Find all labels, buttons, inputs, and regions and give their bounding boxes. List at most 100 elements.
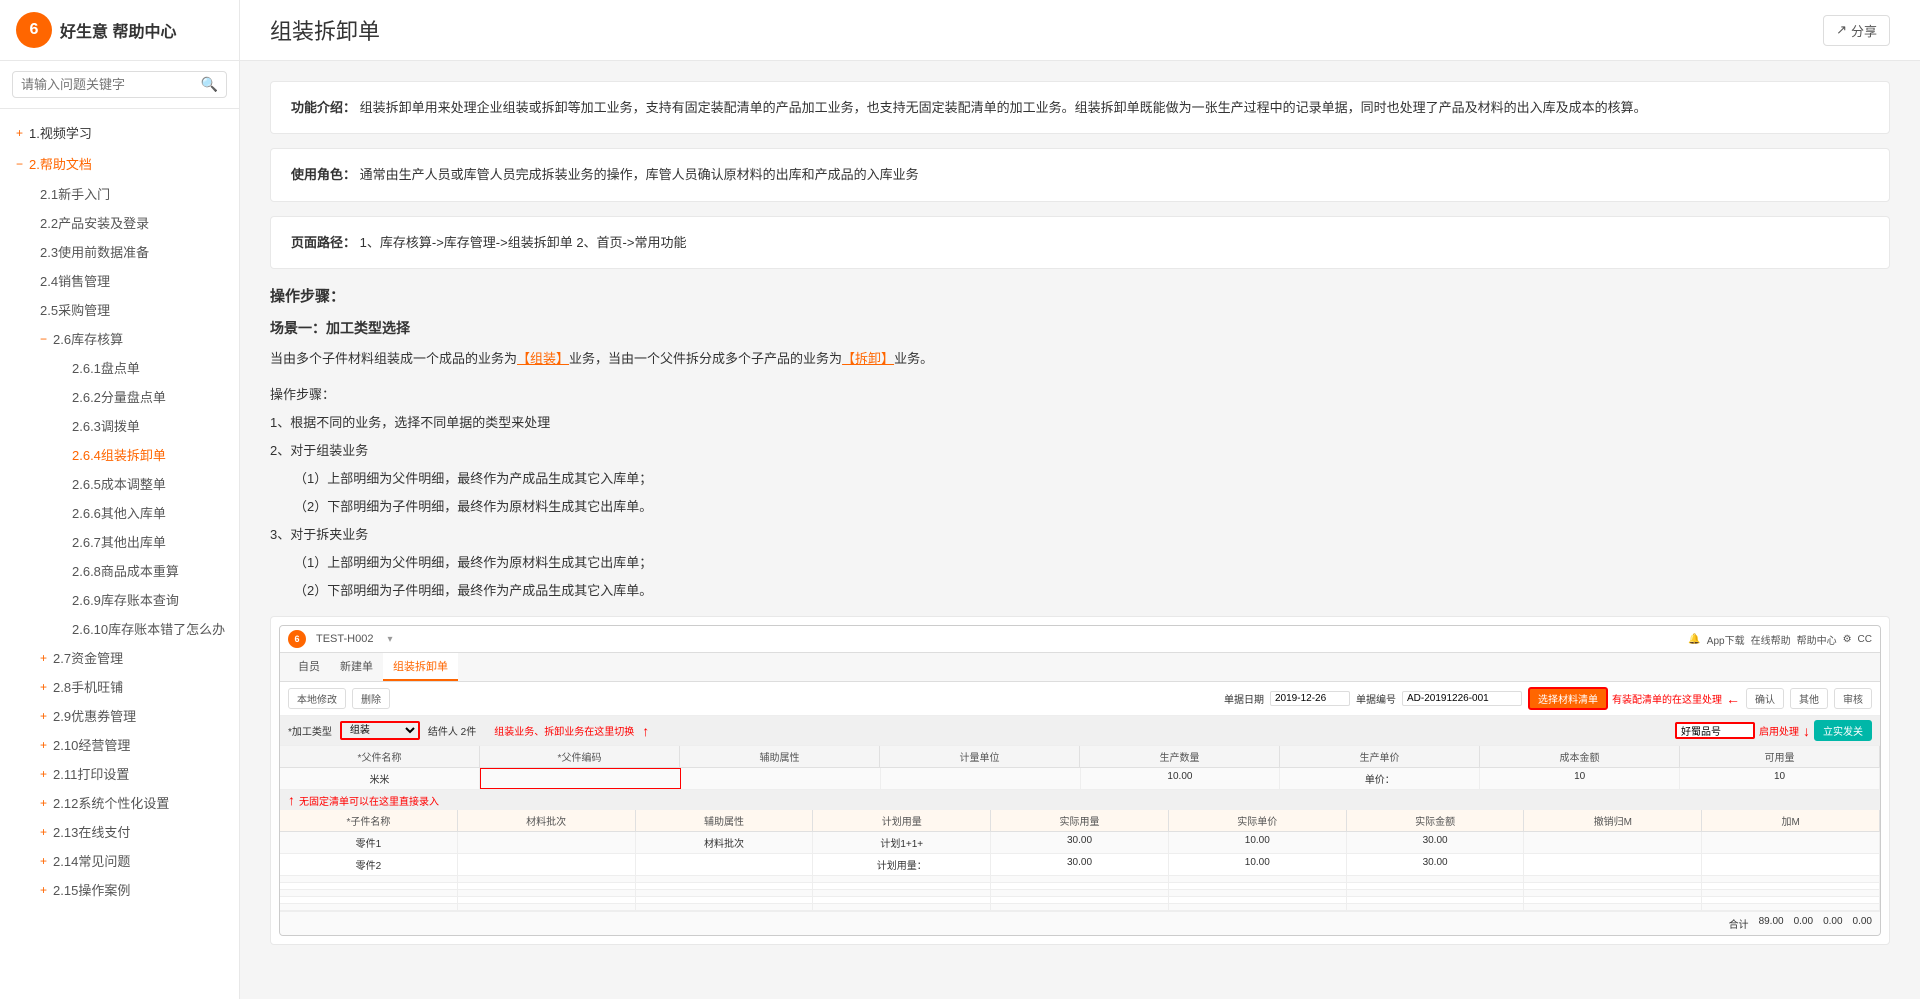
main-content: 组装拆卸单 ↗ 分享 功能介绍： 组装拆卸单用来处理企业组装或拆卸等加工业务，支… (240, 0, 1920, 999)
btn-print[interactable]: 审核 (1834, 688, 1872, 709)
sidebar-item-266-label: 2.6.6其他入库单 (72, 503, 166, 522)
sidebar-item-27[interactable]: + 2.7资金管理 (32, 643, 239, 672)
sidebar-item-docs[interactable]: − 2.帮助文档 (0, 148, 239, 179)
annotation3-arrow: ↓ (1803, 723, 1810, 739)
annotation1-area: 选择材料清单 有装配清单的在这里处理 ← (1528, 687, 1740, 710)
search-input-wrap[interactable]: 🔍 (12, 71, 227, 98)
cell-empty-6d (813, 897, 991, 903)
sidebar-item-24[interactable]: 2.4销售管理 (32, 266, 239, 295)
sidebar-item-docs-label: 2.帮助文档 (29, 154, 92, 173)
sidebar-item-213[interactable]: + 2.13在线支付 (32, 817, 239, 846)
sidebar-item-21[interactable]: 2.1新手入门 (32, 179, 239, 208)
cell-batch-1 (458, 832, 636, 853)
type-select[interactable]: 组装 拆卸 (340, 721, 420, 740)
cell-prod-price-1: 单价： (1280, 768, 1480, 789)
cell-empty-4f (1169, 883, 1347, 889)
step-ops-label: 操作步骤： (270, 382, 1890, 408)
sidebar-item-215[interactable]: + 2.15操作案例 (32, 875, 239, 904)
sidebar-item-263-label: 2.6.3调拨单 (72, 416, 140, 435)
app-toolbar: 本地修改 删除 单据日期 单据编号 选择材料清单 有装配清单的在这里处理 ← (280, 682, 1880, 716)
step-3-1: （1）上部明细为父件明细，最终作为原材料生成其它出库单； (270, 550, 1890, 576)
minus-icon-26: − (40, 332, 47, 346)
sidebar-item-28[interactable]: + 2.8手机旺铺 (32, 672, 239, 701)
page-title: 组装拆卸单 (270, 14, 380, 46)
feature-intro-text: 组装拆卸单用来处理企业组装或拆卸等加工业务，支持有固定装配清单的产品加工业务，也… (360, 100, 1647, 115)
sidebar-item-29[interactable]: + 2.9优惠券管理 (32, 701, 239, 730)
sidebar-item-video[interactable]: + 1.视频学习 (0, 117, 239, 148)
app-dropdown-arrow: ▾ (383, 634, 396, 645)
sidebar-item-22[interactable]: 2.2产品安装及登录 (32, 208, 239, 237)
sidebar-item-210[interactable]: + 2.10经营管理 (32, 730, 239, 759)
col-avail-qty: 可用量 (1680, 746, 1880, 767)
search-icon[interactable]: 🔍 (201, 76, 218, 93)
cell-empty-4b (458, 883, 636, 889)
step-3: 3、对于拆夹业务 (270, 522, 1890, 548)
app-tab-main[interactable]: 组装拆卸单 (383, 653, 458, 681)
app-tab-home[interactable]: 自员 (288, 653, 330, 681)
sidebar-item-269-label: 2.6.9库存账本查询 (72, 590, 179, 609)
app-btn-delete[interactable]: 删除 (352, 688, 390, 709)
cell-empty-7c (636, 904, 814, 910)
plus-icon: + (16, 126, 23, 140)
sidebar-item-28-label: 2.8手机旺铺 (53, 677, 123, 696)
sidebar-item-262[interactable]: 2.6.2分量盘点单 (64, 382, 239, 411)
form-count-label: 结件人 2件 (428, 723, 476, 738)
sidebar-item-264-label: 2.6.4组装拆卸单 (72, 445, 166, 464)
cell-parent-name-1: 米米 (280, 768, 480, 789)
sidebar-item-211[interactable]: + 2.11打印设置 (32, 759, 239, 788)
sidebar-item-25[interactable]: 2.5采购管理 (32, 295, 239, 324)
plus-icon-29: + (40, 709, 47, 723)
scenario1-desc: 当由多个子件材料组装成一个成品的业务为【组装】业务，当由一个父件拆分成多个子产品… (270, 346, 1890, 372)
order-input[interactable] (1402, 691, 1522, 706)
step-3-2: （2）下部明细为子件明细，最终作为产成品生成其它入库单。 (270, 578, 1890, 604)
link-zuzhuang[interactable]: 【组装】 (517, 351, 569, 366)
sidebar-item-21-label: 2.1新手入门 (40, 184, 110, 203)
role-label: 使用角色： (291, 167, 356, 182)
cell-empty-5e (991, 890, 1169, 896)
btn-process[interactable]: 立实发关 (1814, 720, 1872, 741)
sidebar-item-269[interactable]: 2.6.9库存账本查询 (64, 585, 239, 614)
sidebar-item-2610[interactable]: 2.6.10库存账本错了怎么办 (64, 614, 239, 643)
col-parent-code: *父件编码 (480, 746, 680, 767)
search-input[interactable] (21, 77, 201, 92)
sidebar-item-23-label: 2.3使用前数据准备 (40, 242, 149, 261)
app-icon-app: App下载 (1707, 632, 1745, 647)
btn-other[interactable]: 其他 (1790, 688, 1828, 709)
path-block: 页面路径： 1、库存核算->库存管理->组装拆卸单 2、首页->常用功能 (270, 216, 1890, 269)
app-btn-save[interactable]: 本地修改 (288, 688, 346, 709)
cell-empty-7b (458, 904, 636, 910)
sidebar-item-266[interactable]: 2.6.6其他入库单 (64, 498, 239, 527)
search-goods-input[interactable] (1675, 722, 1755, 739)
sidebar-item-212[interactable]: + 2.12系统个性化设置 (32, 788, 239, 817)
scenario1-desc-text: 当由多个子件材料组装成一个成品的业务为【组装】业务，当由一个父件拆分成多个子产品… (270, 346, 1890, 372)
sidebar-item-261[interactable]: 2.6.1盘点单 (64, 353, 239, 382)
date-input[interactable] (1270, 691, 1350, 706)
scenario1-title: 场景一：加工类型选择 (270, 318, 1890, 338)
sidebar-item-214[interactable]: + 2.14常见问题 (32, 846, 239, 875)
app-bar-left: 6 TEST-H002 ▾ (288, 630, 397, 648)
btn-confirm[interactable]: 确认 (1746, 688, 1784, 709)
sidebar-item-267[interactable]: 2.6.7其他出库单 (64, 527, 239, 556)
sidebar-item-264[interactable]: 2.6.4组装拆卸单 (64, 440, 239, 469)
sidebar-item-265[interactable]: 2.6.5成本调整单 (64, 469, 239, 498)
sidebar-item-261-label: 2.6.1盘点单 (72, 358, 140, 377)
cell-empty-3h (1524, 876, 1702, 882)
nav-tree: + 1.视频学习 − 2.帮助文档 2.1新手入门 2.2产品安装及登录 2.3… (0, 109, 239, 912)
sidebar-item-268[interactable]: 2.6.8商品成本重算 (64, 556, 239, 585)
cell-actual-price-2: 10.00 (1169, 854, 1347, 875)
cell-empty-7f (1169, 904, 1347, 910)
upper-grid-header: *父件名称 *父件编码 辅助属性 计量单位 生产数量 生产单价 成本金额 可用量 (280, 746, 1880, 768)
sidebar-item-263[interactable]: 2.6.3调拨单 (64, 411, 239, 440)
sidebar-item-23[interactable]: 2.3使用前数据准备 (32, 237, 239, 266)
plus-icon-27: + (40, 651, 47, 665)
app-tab-new[interactable]: 新建单 (330, 653, 383, 681)
share-button[interactable]: ↗ 分享 (1823, 15, 1890, 46)
sidebar-item-22-label: 2.2产品安装及登录 (40, 213, 149, 232)
cell-empty-6e (991, 897, 1169, 903)
btn-select-bom[interactable]: 选择材料清单 (1528, 687, 1608, 710)
sidebar-item-26[interactable]: − 2.6库存核算 (32, 324, 239, 353)
sidebar-item-267-label: 2.6.7其他出库单 (72, 532, 166, 551)
cell-empty-3f (1169, 876, 1347, 882)
link-chaijian[interactable]: 【拆卸】 (842, 351, 894, 366)
cell-empty-6i (1702, 897, 1880, 903)
